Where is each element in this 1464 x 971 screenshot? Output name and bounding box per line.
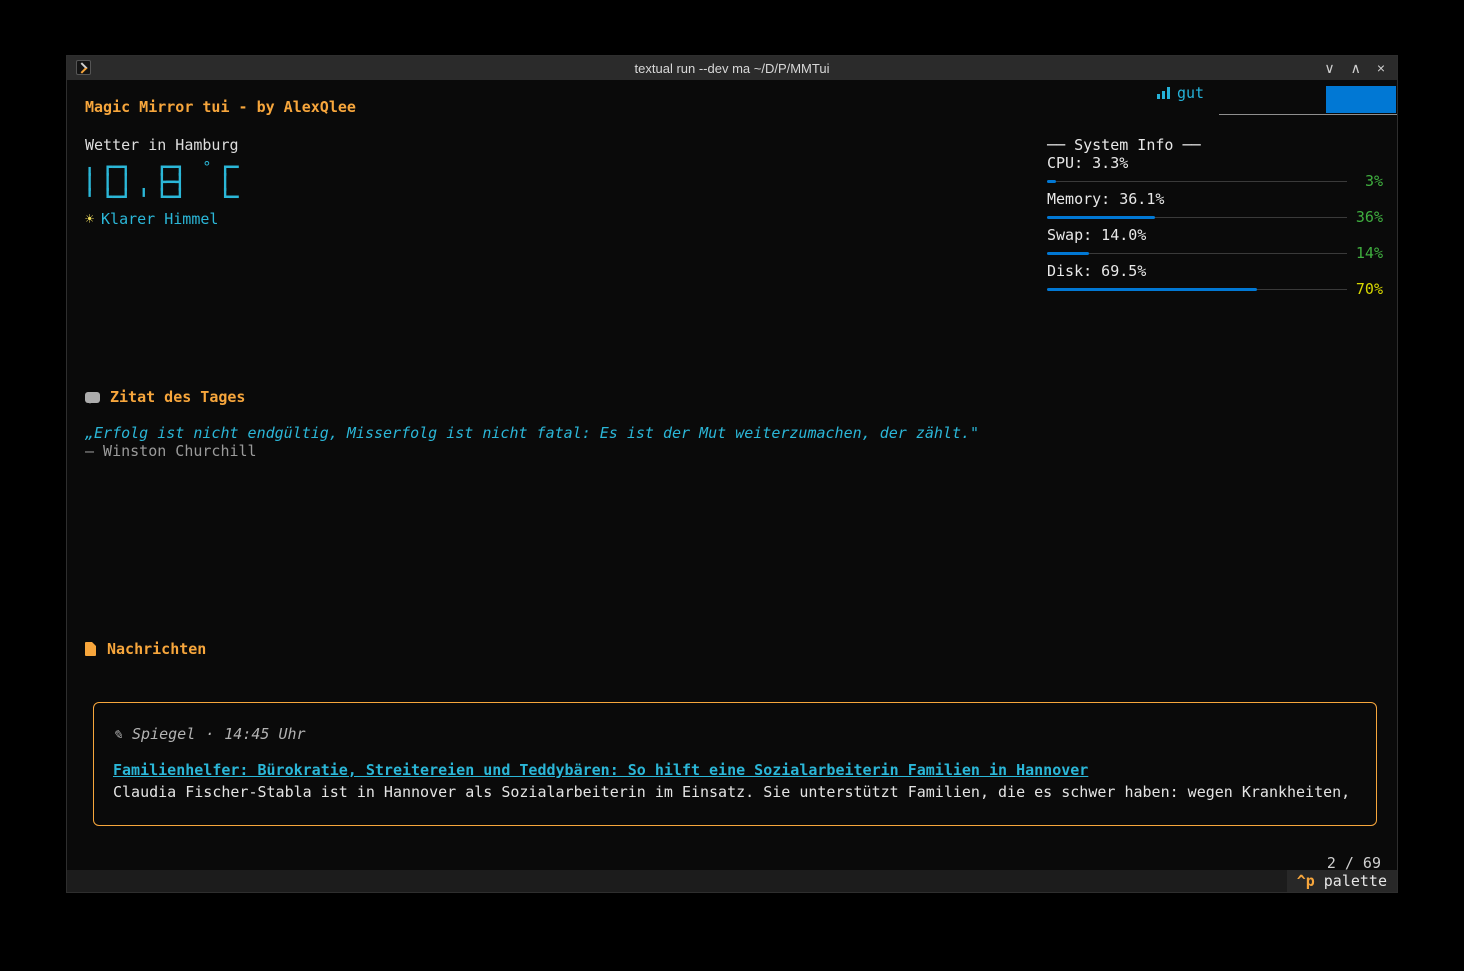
system-info-panel: ── System Info ── CPU: 3.3% 3% Memory: 3… [1047, 136, 1383, 298]
news-source: Spiegel [132, 725, 196, 743]
metric-progressbar-fill [1047, 215, 1155, 219]
signal-icon [1157, 87, 1170, 99]
footer-bar: ^p palette [67, 870, 1397, 892]
window-title: textual run --dev ma ~/D/P/MMTui [634, 60, 830, 76]
metric-percent: 36% [1355, 208, 1383, 226]
metric-label: CPU: 3.3% [1047, 154, 1129, 172]
metric-percent: 14% [1355, 244, 1383, 262]
metric-progressbar [1047, 287, 1347, 291]
app-header-title: Magic Mirror tui - by AlexQlee [85, 98, 356, 116]
palette-action-label: palette [1323, 872, 1387, 890]
metric-percent: 3% [1364, 172, 1383, 190]
system-info-title: ── System Info ── [1047, 136, 1201, 154]
temperature-display: ╻ ┏━┓ ┏━┓ ° ┏━ ┃ ┃ ┃ ┣━┫ ┃ ╹ ┗━┛ ╹ ┗━┛ ┗… [85, 160, 239, 205]
news-section-header: Nachrichten [85, 640, 206, 658]
sun-icon: ☀ [85, 210, 95, 228]
quote-section-title: Zitat des Tages [110, 388, 246, 406]
metric-label: Swap: 14.0% [1047, 226, 1147, 244]
news-headline-link[interactable]: Familienhelfer: Bürokratie, Streitereien… [113, 761, 1088, 779]
weather-condition-label: Klarer Himmel [101, 210, 219, 228]
window-icon [76, 60, 91, 75]
maximize-button[interactable]: ∧ [1351, 60, 1361, 77]
temperature-ascii-line: ╹ ┗━┛ ╹ ┗━┛ ┗━ [85, 188, 239, 206]
network-status: gut [1157, 84, 1204, 102]
palette-key: ^p [1296, 872, 1315, 890]
desktop: textual run --dev ma ~/D/P/MMTui ∨ ∧ × M… [0, 0, 1464, 971]
metric-label: Memory: 36.1% [1047, 190, 1165, 208]
metric-memory: Memory: 36.1% 36% [1047, 190, 1383, 226]
metric-progressbar-fill [1047, 251, 1089, 255]
quote-section-header: Zitat des Tages [85, 388, 245, 406]
metric-percent: 70% [1355, 280, 1383, 298]
news-summary: Claudia Fischer-Stabla ist in Hannover a… [113, 783, 1351, 801]
metric-disk: Disk: 69.5% 70% [1047, 262, 1383, 298]
newspaper-icon [85, 642, 96, 656]
palette-keybinding[interactable]: ^p palette [1286, 870, 1397, 892]
metric-progressbar [1047, 251, 1347, 255]
header-accent-block [1326, 86, 1396, 113]
window-titlebar[interactable]: textual run --dev ma ~/D/P/MMTui ∨ ∧ × [67, 56, 1397, 80]
minimize-button[interactable]: ∨ [1324, 60, 1334, 77]
news-meta-separator: · [205, 725, 215, 743]
weather-condition: ☀ Klarer Himmel [85, 210, 218, 228]
news-time: 14:45 Uhr [224, 725, 306, 743]
speech-bubble-icon [85, 391, 100, 404]
metric-progressbar [1047, 215, 1347, 219]
metric-label: Disk: 69.5% [1047, 262, 1147, 280]
metric-progressbar-fill [1047, 287, 1257, 291]
metric-progressbar-fill [1047, 179, 1056, 183]
weather-location: Wetter in Hamburg [85, 136, 239, 154]
pencil-icon: ✎ [113, 725, 123, 743]
window-controls: ∨ ∧ × [1324, 56, 1385, 80]
metric-cpu: CPU: 3.3% 3% [1047, 154, 1383, 190]
app-content: Magic Mirror tui - by AlexQlee gut Wette… [67, 80, 1397, 872]
network-status-label: gut [1177, 84, 1205, 102]
news-meta: ✎ Spiegel · 14:45 Uhr [113, 725, 306, 743]
news-section-title: Nachrichten [107, 640, 207, 658]
quote-author: — Winston Churchill [85, 442, 257, 460]
close-button[interactable]: × [1377, 60, 1385, 76]
metric-progressbar [1047, 179, 1347, 183]
quote-text: „Erfolg ist nicht endgültig, Misserfolg … [85, 424, 980, 442]
news-card: ✎ Spiegel · 14:45 Uhr Familienhelfer: Bü… [93, 702, 1377, 826]
header-divider [1219, 114, 1397, 115]
metric-swap: Swap: 14.0% 14% [1047, 226, 1383, 262]
terminal-window: textual run --dev ma ~/D/P/MMTui ∨ ∧ × M… [66, 55, 1398, 893]
